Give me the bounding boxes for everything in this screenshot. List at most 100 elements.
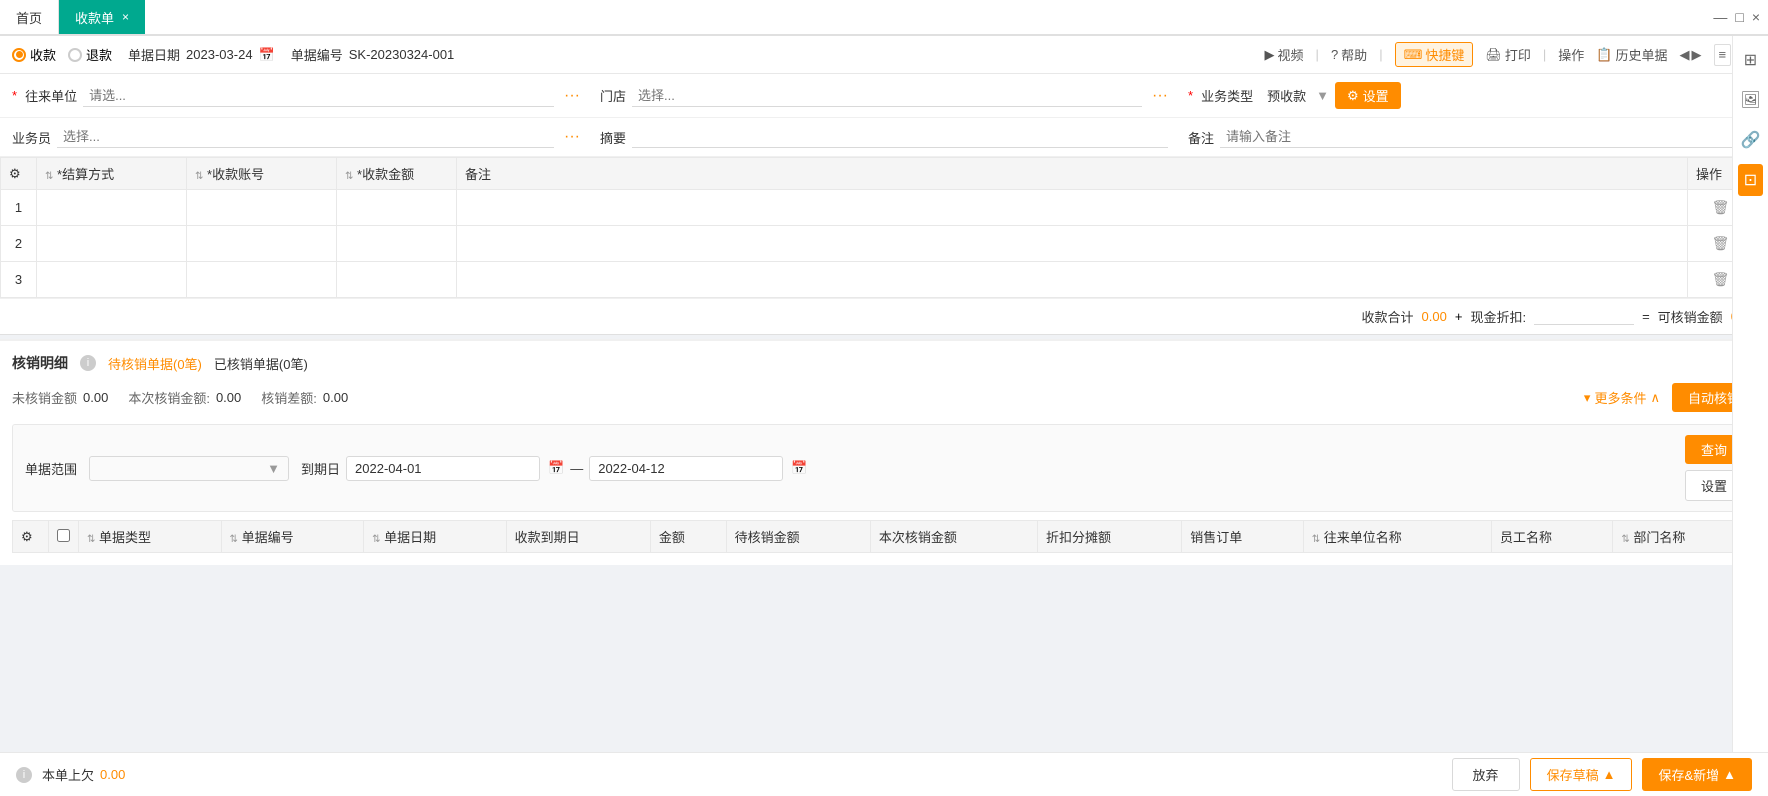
print-icon: 🖨 [1485, 47, 1502, 63]
range-select[interactable]: ▼ [89, 456, 289, 481]
partner-more-icon[interactable]: ··· [564, 87, 580, 105]
table-sidebar-icon[interactable]: ⊞ [1738, 44, 1763, 76]
account-cell-2[interactable] [187, 226, 337, 262]
table-settings-header[interactable]: ⚙ [1, 158, 37, 190]
window-controls: — □ × [1713, 9, 1768, 25]
business-dropdown-icon[interactable]: ▼ [1316, 88, 1329, 103]
amount-header: ⇅ *收款金额 [337, 158, 457, 190]
save-draft-button[interactable]: 保存草稿 ▲ [1530, 758, 1633, 791]
date-from-input[interactable] [346, 456, 540, 481]
note-header: 备注 [457, 158, 1688, 190]
amount-sort-icon[interactable]: ⇅ [345, 171, 353, 182]
store-group: 门店 ··· [600, 85, 1168, 107]
history-button[interactable]: 📋 历史单据 [1596, 45, 1667, 64]
link-sidebar-icon[interactable]: 🔗 [1735, 124, 1767, 156]
list-view-button[interactable]: ≡ [1714, 44, 1732, 66]
note-input[interactable] [1220, 126, 1756, 148]
receipt-table: ⚙ ⇅ *结算方式 ⇅ *收款账号 ⇅ *收款金额 备注 [0, 157, 1768, 298]
delete-icon-2[interactable]: 🗑 [1712, 235, 1730, 252]
footer-bar: i 本单上欠 0.00 放弃 保存草稿 ▲ 保存&新增 ▲ [0, 752, 1768, 796]
shortcut-button[interactable]: ⌨ 快捷键 [1395, 42, 1474, 67]
account-cell-3[interactable] [187, 262, 337, 298]
fields-row-2: 业务员 ··· 摘要 备注 [0, 118, 1768, 157]
diff-stat: 核销差额: 0.00 [261, 383, 348, 412]
store-input[interactable] [632, 85, 1142, 107]
filter-row: 单据范围 ▼ 到期日 📅 — 📅 查询 设置 [25, 435, 1743, 501]
history-icon: 📋 [1596, 47, 1612, 63]
partner-input[interactable] [83, 85, 554, 107]
total-value: 0.00 [1422, 309, 1447, 324]
print-button[interactable]: 🖨 打印 [1485, 45, 1531, 64]
discount-input[interactable] [1534, 309, 1634, 325]
footer-info-icon[interactable]: i [16, 767, 32, 783]
close-button[interactable]: × [1752, 9, 1760, 25]
refund-radio-label: 退款 [86, 45, 112, 64]
operate-button[interactable]: 操作 [1558, 45, 1584, 64]
account-sort-icon[interactable]: ⇅ [195, 171, 203, 182]
delete-icon-1[interactable]: 🗑 [1712, 199, 1730, 216]
staff-input[interactable] [57, 126, 554, 148]
table-row: 3 🗑 ⧉ [1, 262, 1768, 298]
tab-home[interactable]: 首页 [0, 0, 59, 34]
settle-cell-3[interactable] [37, 262, 187, 298]
select-all-checkbox[interactable] [57, 529, 70, 542]
amount-cell-1[interactable] [337, 190, 457, 226]
help-button[interactable]: ? 帮助 [1331, 45, 1367, 64]
abandon-button[interactable]: 放弃 [1452, 758, 1520, 791]
receipt-radio-dot [12, 48, 26, 62]
footer-right: 放弃 保存草稿 ▲ 保存&新增 ▲ [1452, 758, 1752, 791]
gear-icon: ⚙ [1347, 88, 1359, 104]
staff-more-icon[interactable]: ··· [564, 128, 580, 146]
refund-radio[interactable]: 退款 [68, 45, 112, 64]
delete-icon-3[interactable]: 🗑 [1712, 271, 1730, 288]
unverified-stat: 未核销金额 0.00 [12, 383, 108, 412]
writeoff-header: 核销明细 i 待核销单据(0笔) 已核销单据(0笔) [12, 353, 1756, 373]
note-cell-3[interactable] [457, 262, 1688, 298]
calendar-icon[interactable]: 📅 [259, 47, 275, 63]
receipt-type-group: 收款 退款 [12, 45, 112, 64]
fields-row-1: * 往来单位 ··· 门店 ··· * 业务类型 预收款 ▼ ⚙ 设置 [0, 74, 1768, 118]
info-icon[interactable]: i [80, 355, 96, 371]
date-to-input[interactable] [589, 456, 783, 481]
toolbar-right: ▶ 视频 | ? 帮助 | ⌨ 快捷键 🖨 打印 | 操作 📋 [1265, 42, 1756, 67]
staff-group: 业务员 ··· [12, 126, 580, 148]
tab-receipt-label: 收款单 [75, 8, 114, 27]
settle-header: ⇅ *结算方式 [37, 158, 187, 190]
settle-cell-1[interactable] [37, 190, 187, 226]
num-label: 单据编号 [291, 45, 343, 64]
calendar-to-icon[interactable]: 📅 [791, 460, 807, 476]
more-conditions-button[interactable]: ▾ 更多条件 ∧ [1584, 388, 1660, 407]
receipt-radio[interactable]: 收款 [12, 45, 56, 64]
note-cell-2[interactable] [457, 226, 1688, 262]
tab-close-icon[interactable]: × [122, 10, 129, 24]
settle-header-label: *结算方式 [57, 167, 114, 182]
next-arrow[interactable]: ▶ [1692, 47, 1702, 63]
play-icon: ▶ [1265, 47, 1275, 63]
amount-cell-3[interactable] [337, 262, 457, 298]
video-button[interactable]: ▶ 视频 [1265, 45, 1304, 64]
prev-arrow[interactable]: ◀ [1680, 47, 1690, 63]
bt-checkbox-header[interactable] [49, 521, 79, 553]
summary-input[interactable] [632, 126, 1168, 148]
pending-tab[interactable]: 待核销单据(0笔) [108, 354, 202, 373]
done-tab[interactable]: 已核销单据(0笔) [214, 354, 308, 373]
bt-settings-header[interactable]: ⚙ [13, 521, 49, 553]
maximize-button[interactable]: □ [1735, 9, 1743, 25]
minimize-button[interactable]: — [1713, 9, 1727, 25]
save-new-button[interactable]: 保存&新增 ▲ [1642, 758, 1752, 791]
settle-cell-2[interactable] [37, 226, 187, 262]
row-num-2: 2 [1, 226, 37, 262]
summary-group: 摘要 [600, 126, 1168, 148]
calendar-from-icon[interactable]: 📅 [548, 460, 564, 476]
amount-cell-2[interactable] [337, 226, 457, 262]
account-cell-1[interactable] [187, 190, 337, 226]
business-type-value: 预收款 [1267, 86, 1306, 105]
store-more-icon[interactable]: ··· [1152, 87, 1168, 105]
settle-sort-icon[interactable]: ⇅ [45, 171, 53, 182]
screenshot-sidebar-icon[interactable]: ⊡ [1738, 164, 1763, 196]
image-sidebar-icon[interactable]: 🖼 [1734, 84, 1766, 116]
receipt-table-container: ⚙ ⇅ *结算方式 ⇅ *收款账号 ⇅ *收款金额 备注 [0, 157, 1768, 298]
settings-button[interactable]: ⚙ 设置 [1335, 82, 1401, 109]
note-cell-1[interactable] [457, 190, 1688, 226]
tab-receipt[interactable]: 收款单 × [59, 0, 145, 34]
